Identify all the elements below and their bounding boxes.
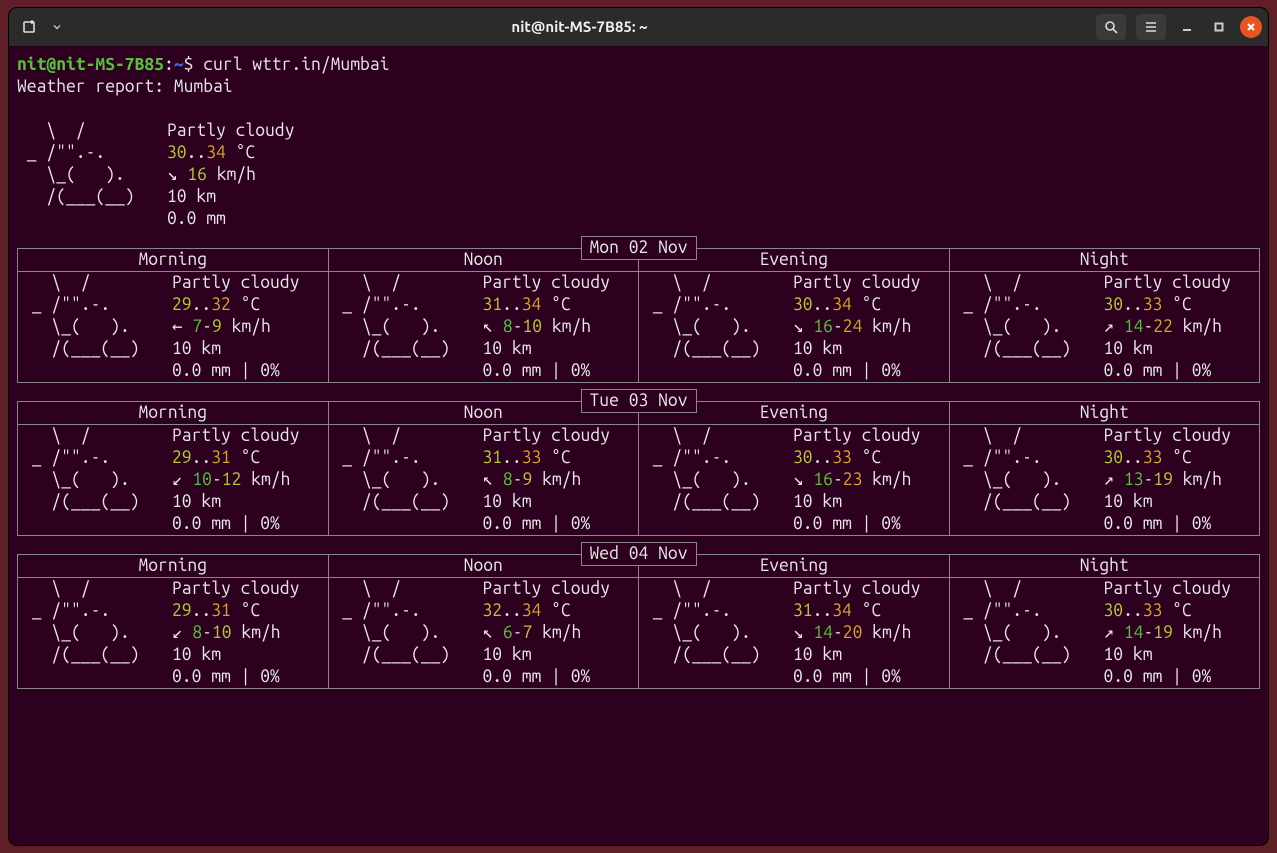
current-conditions: \ / _ /"".-. \_( ). /(___(__) Partly clo… <box>17 120 1260 230</box>
forecast-cell: \ / _ /"".-. \_( ). /(___(__) Partly clo… <box>329 578 640 688</box>
forecast-info: Partly cloudy 31..33 °C ↖ 8-9 km/h 10 km… <box>483 425 635 535</box>
weather-art: \ / _ /"".-. \_( ). /(___(__) <box>333 578 483 688</box>
forecast-cell: \ / _ /"".-. \_( ). /(___(__) Partly clo… <box>18 578 329 688</box>
weather-art: \ / _ /"".-. \_( ). /(___(__) <box>643 425 793 535</box>
forecast-cell: \ / _ /"".-. \_( ). /(___(__) Partly clo… <box>329 425 640 535</box>
forecast-info: Partly cloudy 29..31 °C ↙ 8-10 km/h 10 k… <box>172 578 324 688</box>
forecast-info: Partly cloudy 30..34 °C ↘ 16-24 km/h 10 … <box>793 272 945 382</box>
prompt-path: ~ <box>174 55 184 74</box>
prompt-sep: : <box>164 55 174 74</box>
report-header: Weather report: Mumbai <box>17 77 233 96</box>
window-title: nit@nit-MS-7B85: ~ <box>69 16 1090 38</box>
period-header: Night <box>950 402 1260 425</box>
forecast-cell: \ / _ /"".-. \_( ). /(___(__) Partly clo… <box>18 272 329 382</box>
day-label: Tue 03 Nov <box>581 389 697 413</box>
forecast-cell: \ / _ /"".-. \_( ). /(___(__) Partly clo… <box>950 425 1260 535</box>
day-forecast: Wed 04 NovMorningNoonEveningNight \ / _ … <box>17 554 1260 689</box>
weather-art: \ / _ /"".-. \_( ). /(___(__) <box>643 578 793 688</box>
day-forecast: Mon 02 NovMorningNoonEveningNight \ / _ … <box>17 248 1260 383</box>
weather-art: \ / _ /"".-. \_( ). /(___(__) <box>333 272 483 382</box>
terminal-content[interactable]: nit@nit-MS-7B85:~$ curl wttr.in/Mumbai W… <box>9 46 1268 845</box>
weather-art: \ / _ /"".-. \_( ). /(___(__) <box>954 425 1104 535</box>
period-header: Night <box>950 555 1260 578</box>
period-header: Night <box>950 249 1260 272</box>
weather-art: \ / _ /"".-. \_( ). /(___(__) <box>17 120 167 230</box>
forecast-info: Partly cloudy 29..31 °C ↙ 10-12 km/h 10 … <box>172 425 324 535</box>
current-info: Partly cloudy 30..34 °C ↘ 16 km/h 10 km … <box>167 120 1260 230</box>
terminal-window: nit@nit-MS-7B85: ~ nit@nit-MS-7B85:~$ cu… <box>9 8 1268 845</box>
forecast-cell: \ / _ /"".-. \_( ). /(___(__) Partly clo… <box>639 425 950 535</box>
weather-art: \ / _ /"".-. \_( ). /(___(__) <box>954 578 1104 688</box>
weather-art: \ / _ /"".-. \_( ). /(___(__) <box>333 425 483 535</box>
search-button[interactable] <box>1096 14 1126 40</box>
forecast-info: Partly cloudy 30..33 °C ↘ 16-23 km/h 10 … <box>793 425 945 535</box>
forecast-cell: \ / _ /"".-. \_( ). /(___(__) Partly clo… <box>639 272 950 382</box>
tab-chevron-icon <box>51 14 63 40</box>
forecast-info: Partly cloudy 32..34 °C ↖ 6-7 km/h 10 km… <box>483 578 635 688</box>
forecast-cell: \ / _ /"".-. \_( ). /(___(__) Partly clo… <box>950 272 1260 382</box>
period-header: Morning <box>18 555 329 578</box>
weather-art: \ / _ /"".-. \_( ). /(___(__) <box>643 272 793 382</box>
forecast-info: Partly cloudy 29..32 °C ← 7-9 km/h 10 km… <box>172 272 324 382</box>
forecast-cell: \ / _ /"".-. \_( ). /(___(__) Partly clo… <box>329 272 640 382</box>
forecast-info: Partly cloudy 30..33 °C ↗ 13-19 km/h 10 … <box>1104 425 1256 535</box>
period-header: Morning <box>18 402 329 425</box>
titlebar: nit@nit-MS-7B85: ~ <box>9 8 1268 46</box>
forecast-info: Partly cloudy 30..33 °C ↗ 14-19 km/h 10 … <box>1104 578 1256 688</box>
weather-art: \ / _ /"".-. \_( ). /(___(__) <box>22 272 172 382</box>
day-label: Mon 02 Nov <box>581 236 697 260</box>
new-tab-button[interactable] <box>15 14 45 40</box>
prompt-user: nit@nit-MS-7B85 <box>17 55 164 74</box>
menu-button[interactable] <box>1136 14 1166 40</box>
minimize-button[interactable] <box>1176 16 1198 38</box>
weather-art: \ / _ /"".-. \_( ). /(___(__) <box>22 578 172 688</box>
forecast-info: Partly cloudy 30..33 °C ↗ 14-22 km/h 10 … <box>1104 272 1256 382</box>
forecast-cell: \ / _ /"".-. \_( ). /(___(__) Partly clo… <box>639 578 950 688</box>
forecast-cell: \ / _ /"".-. \_( ). /(___(__) Partly clo… <box>950 578 1260 688</box>
day-label: Wed 04 Nov <box>581 542 697 566</box>
close-button[interactable] <box>1240 16 1262 38</box>
forecast-info: Partly cloudy 31..34 °C ↖ 8-10 km/h 10 k… <box>483 272 635 382</box>
forecast-info: Partly cloudy 31..34 °C ↘ 14-20 km/h 10 … <box>793 578 945 688</box>
prompt-dollar: $ <box>184 55 204 74</box>
command: curl wttr.in/Mumbai <box>203 55 389 74</box>
period-header: Morning <box>18 249 329 272</box>
weather-art: \ / _ /"".-. \_( ). /(___(__) <box>954 272 1104 382</box>
weather-art: \ / _ /"".-. \_( ). /(___(__) <box>22 425 172 535</box>
day-forecast: Tue 03 NovMorningNoonEveningNight \ / _ … <box>17 401 1260 536</box>
maximize-button[interactable] <box>1208 16 1230 38</box>
forecast-cell: \ / _ /"".-. \_( ). /(___(__) Partly clo… <box>18 425 329 535</box>
